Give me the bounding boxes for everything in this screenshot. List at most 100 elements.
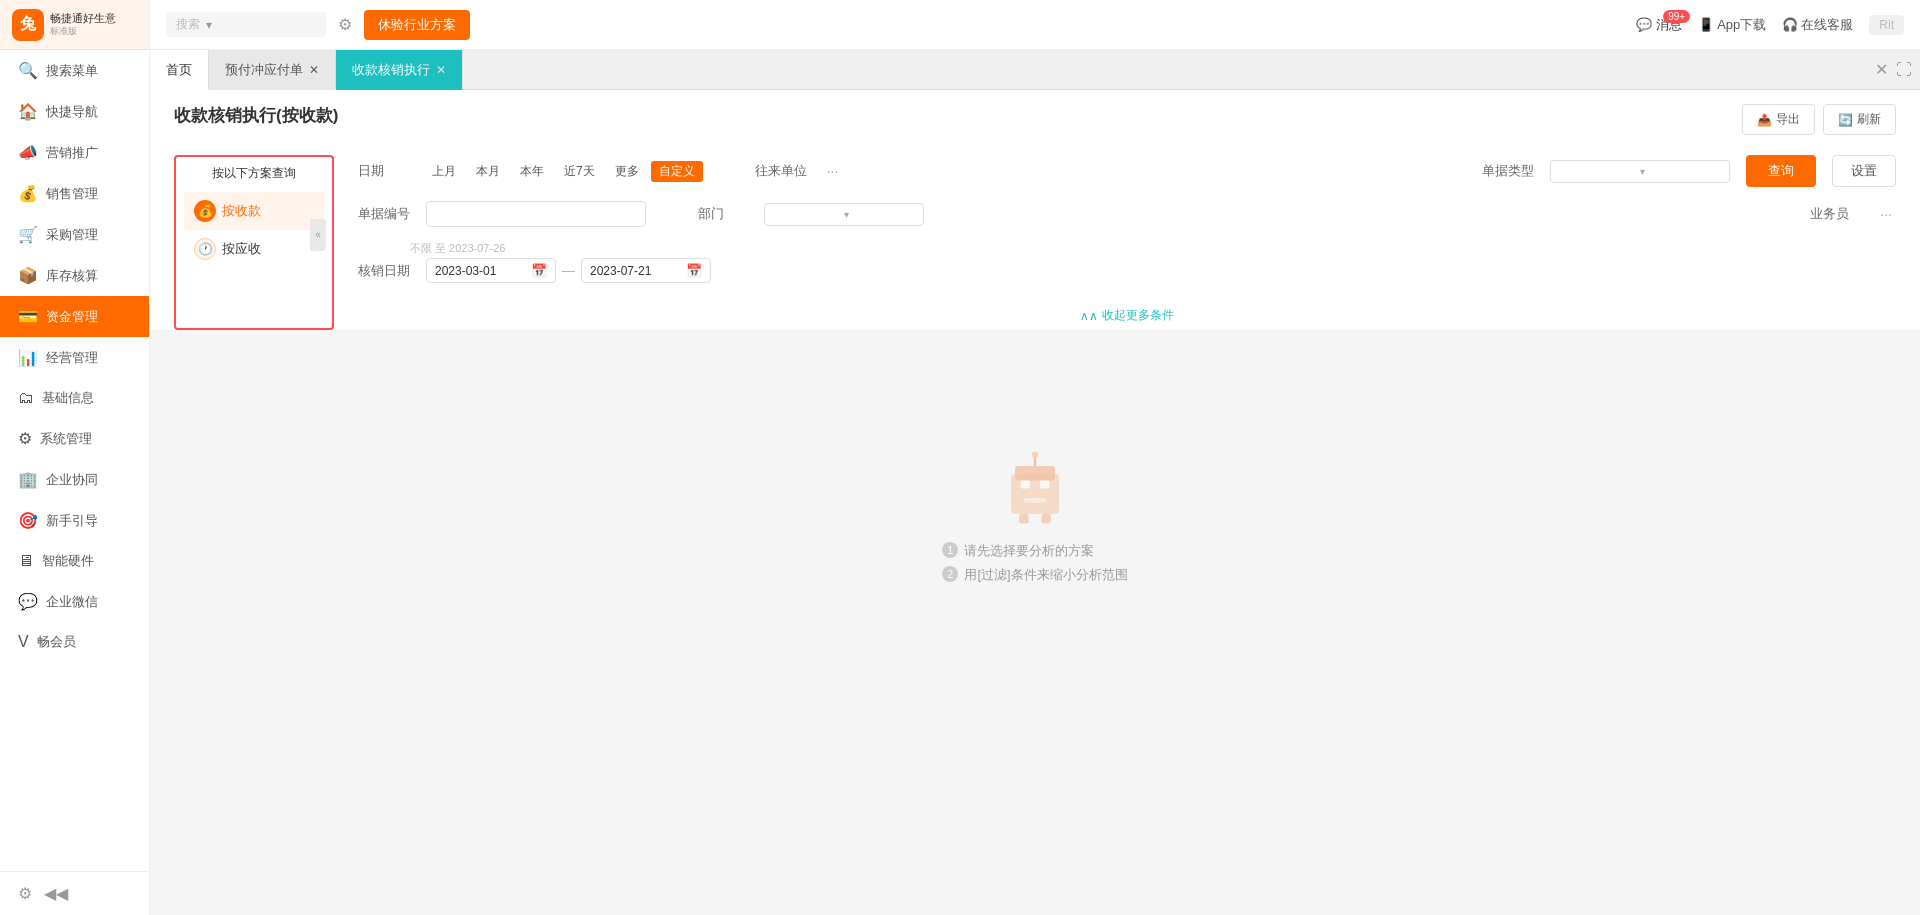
sidebar-item-search-menu[interactable]: 🔍搜索菜单 [0, 50, 149, 91]
sidebar-icon-system: ⚙ [18, 429, 32, 448]
doc-type-label: 单据类型 [1482, 162, 1534, 180]
empty-tip-1: 1 请先选择要分析的方案 [942, 542, 1127, 560]
tab-prepay-close[interactable]: ✕ [309, 63, 319, 77]
verify-date-label: 核销日期 [358, 262, 410, 280]
sidebar-label-basics: 基础信息 [42, 389, 94, 407]
sidebar-item-finance[interactable]: 💳资金管理 [0, 296, 149, 337]
date-btn-custom[interactable]: 自定义 [651, 161, 703, 182]
tab-home[interactable]: 首页 [150, 50, 209, 90]
sidebar-icon-wechat: 💬 [18, 592, 38, 611]
collapse-more-button[interactable]: ∧∧ 收起更多条件 [358, 301, 1896, 330]
sidebar-item-management[interactable]: 📊经营管理 [0, 337, 149, 378]
empty-illustration [985, 450, 1085, 530]
app-download-link[interactable]: 📱 App下载 [1698, 16, 1766, 34]
query-button[interactable]: 查询 [1746, 155, 1816, 187]
sidebar-item-wechat[interactable]: 💬企业微信 [0, 581, 149, 622]
sidebar-item-enterprise[interactable]: 🏢企业协同 [0, 459, 149, 500]
sidebar-icon-guide: 🎯 [18, 511, 38, 530]
close-tab-button[interactable]: ✕ [1875, 60, 1888, 79]
sidebar-label-quick-nav: 快捷导航 [46, 103, 98, 121]
dept-label: 部门 [698, 205, 748, 223]
tab-prepay[interactable]: 预付冲应付单 ✕ [209, 50, 336, 90]
date-label: 日期 [358, 162, 408, 180]
svg-rect-4 [1024, 498, 1046, 503]
counterpart-ellipsis[interactable]: ··· [823, 163, 843, 179]
calendar-end-icon[interactable]: 📅 [686, 263, 702, 278]
receivable-icon: 🕐 [194, 238, 216, 260]
sidebar-item-basics[interactable]: 🗂基础信息 [0, 378, 149, 418]
staff-ellipsis[interactable]: ··· [1876, 206, 1896, 222]
logo-sub: 标准版 [50, 25, 116, 38]
main-area: 搜索 ▾ ⚙ 休验行业方案 💬 消息 99+ 📱 App下载 🎧 在线客服 Ri… [150, 0, 1920, 915]
sidebar-label-marketing: 营销推广 [46, 144, 98, 162]
dept-arrow: ▾ [844, 209, 913, 220]
page-title: 收款核销执行(按收款) [174, 104, 1896, 127]
topbar-right: 💬 消息 99+ 📱 App下载 🎧 在线客服 Rit [1636, 15, 1904, 35]
filter-row-2: 单据编号 部门 ▾ 业务员 ··· [358, 201, 1896, 227]
expand-tab-button[interactable]: ⛶ [1896, 61, 1912, 79]
settings-button[interactable]: 设置 [1832, 155, 1896, 187]
date-btn-this-year[interactable]: 本年 [512, 161, 552, 182]
verify-date-end-input[interactable] [590, 264, 680, 278]
filter-option-by-receipt[interactable]: 💰 按收款 [184, 192, 324, 230]
empty-state: 1 请先选择要分析的方案 2 用[过滤]条件来缩小分析范围 [942, 450, 1127, 590]
user-display[interactable]: Rit [1869, 15, 1904, 35]
sidebar-item-guide[interactable]: 🎯 新手引导 [0, 500, 149, 541]
page-wrapper: 收款核销执行(按收款) 📤 导出 🔄 刷新 按以下方案查询 [150, 90, 1920, 710]
tip-num-2: 2 [942, 566, 958, 582]
doc-no-input[interactable] [426, 201, 646, 227]
sidebar-label-finance: 资金管理 [46, 308, 98, 326]
counterpart-label: 往来单位 [755, 162, 807, 180]
collapse-icon[interactable]: ◀◀ [44, 884, 68, 903]
export-button[interactable]: 📤 导出 [1742, 104, 1815, 135]
online-service-link[interactable]: 🎧 在线客服 [1782, 16, 1853, 34]
date-btn-7days[interactable]: 近7天 [556, 161, 603, 182]
calendar-start-icon[interactable]: 📅 [531, 263, 547, 278]
search-dropdown-arrow: ▾ [206, 18, 212, 32]
tab-receive[interactable]: 收款核销执行 ✕ [336, 50, 463, 90]
verify-date-start-wrap: 📅 [426, 258, 556, 283]
empty-state-area: 1 请先选择要分析的方案 2 用[过滤]条件来缩小分析范围 [150, 330, 1920, 710]
sidebar-icon-enterprise: 🏢 [18, 470, 38, 489]
sidebar-item-inventory[interactable]: 📦库存核算 [0, 255, 149, 296]
date-btn-more[interactable]: 更多 [607, 161, 647, 182]
sidebar-item-marketing[interactable]: 📣 营销推广 [0, 132, 149, 173]
sidebar-item-quick-nav[interactable]: 🏠快捷导航 [0, 91, 149, 132]
dept-select[interactable]: ▾ [764, 203, 924, 226]
date-btn-this-month[interactable]: 本月 [468, 161, 508, 182]
doc-type-select[interactable]: ▾ [1550, 160, 1730, 183]
refresh-icon: 🔄 [1838, 113, 1853, 127]
svg-rect-7 [1019, 514, 1029, 524]
verify-date-start-input[interactable] [435, 264, 525, 278]
filter-option-by-receivable[interactable]: 🕐 按应收 [184, 230, 324, 268]
filter-collapse-left-btn[interactable]: « [310, 219, 326, 251]
date-range-separator: — [562, 263, 575, 278]
sidebar-label-sales: 销售管理 [46, 185, 98, 203]
refresh-button[interactable]: 🔄 刷新 [1823, 104, 1896, 135]
logo-icon: 兔 [12, 9, 44, 41]
sidebar-item-hardware[interactable]: 🖥智能硬件 [0, 541, 149, 581]
sidebar-icon-hardware: 🖥 [18, 552, 34, 570]
industry-solution-button[interactable]: 休验行业方案 [364, 10, 470, 40]
sidebar-item-system[interactable]: ⚙系统管理 [0, 418, 149, 459]
sidebar-label-guide: 新手引导 [46, 512, 98, 530]
topbar-gear-icon[interactable]: ⚙ [338, 15, 352, 34]
sidebar-item-sales[interactable]: 💰销售管理 [0, 173, 149, 214]
message-icon-area[interactable]: 💬 消息 99+ [1636, 16, 1682, 34]
date-btn-last-month[interactable]: 上月 [424, 161, 464, 182]
settings-icon[interactable]: ⚙ [18, 884, 32, 903]
sidebar-icon-purchase: 🛒 [18, 225, 38, 244]
empty-tips: 1 请先选择要分析的方案 2 用[过滤]条件来缩小分析范围 [942, 542, 1127, 590]
sidebar-item-member[interactable]: V畅会员 [0, 622, 149, 662]
sidebar-icon-marketing: 📣 [18, 143, 38, 162]
search-area[interactable]: 搜索 ▾ [166, 12, 326, 37]
sidebar-item-purchase[interactable]: 🛒采购管理 [0, 214, 149, 255]
tab-receive-close[interactable]: ✕ [436, 63, 446, 77]
content-area: 收款核销执行(按收款) 📤 导出 🔄 刷新 按以下方案查询 [150, 90, 1920, 915]
svg-point-6 [1032, 452, 1038, 458]
topbar: 搜索 ▾ ⚙ 休验行业方案 💬 消息 99+ 📱 App下载 🎧 在线客服 Ri… [150, 0, 1920, 50]
app-logo: 兔 畅捷通好生意 标准版 [0, 0, 149, 50]
doc-no-label: 单据编号 [358, 205, 410, 223]
message-icon: 💬 [1636, 17, 1652, 32]
tabbar: 首页 预付冲应付单 ✕ 收款核销执行 ✕ ✕ ⛶ [150, 50, 1920, 90]
